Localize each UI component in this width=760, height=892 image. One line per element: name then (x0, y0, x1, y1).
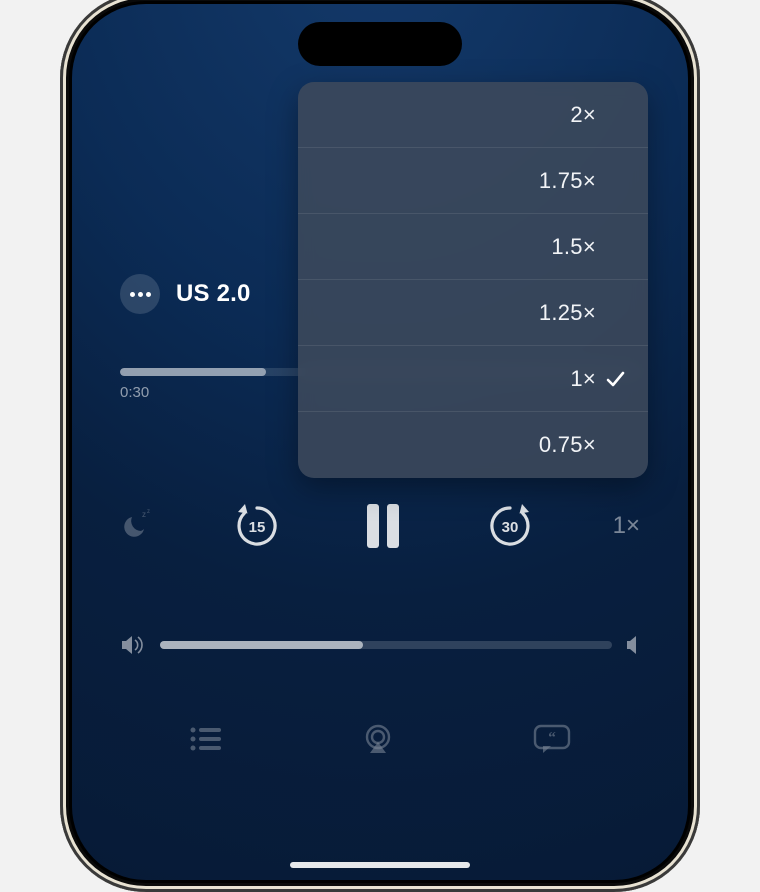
screen: US 2.0 0:30 z z 15 (72, 4, 688, 880)
airplay-button[interactable] (361, 724, 395, 754)
airplay-icon (361, 724, 395, 754)
home-indicator[interactable] (290, 862, 470, 868)
svg-text:“: “ (548, 730, 556, 746)
speed-option[interactable]: 1× (298, 346, 648, 412)
speed-option[interactable]: 2× (298, 82, 648, 148)
checkmark-slot-4 (604, 369, 626, 389)
queue-button[interactable] (189, 726, 223, 752)
svg-text:30: 30 (502, 519, 519, 536)
speed-option-label: 1× (570, 366, 596, 392)
skip-forward-icon: 30 (485, 501, 535, 551)
skip-forward-button[interactable]: 30 (485, 501, 535, 551)
playback-speed-menu: 2× 1.75× 1.5× 1.25× 1× 0.75× (298, 82, 648, 478)
skip-back-button[interactable]: 15 (232, 501, 282, 551)
speed-option-label: 1.75× (539, 168, 596, 194)
svg-text:z: z (147, 509, 150, 515)
speed-option-label: 2× (570, 102, 596, 128)
dynamic-island (298, 22, 462, 66)
pause-button[interactable] (359, 500, 407, 552)
pause-icon (359, 500, 407, 552)
checkmark-icon (605, 369, 625, 389)
more-button[interactable] (120, 274, 160, 314)
volume-row (120, 634, 640, 656)
skip-back-icon: 15 (232, 501, 282, 551)
speed-option[interactable]: 0.75× (298, 412, 648, 478)
speed-option-label: 1.25× (539, 300, 596, 326)
playback-speed-button[interactable]: 1× (613, 512, 640, 540)
sleep-timer-button[interactable]: z z (120, 509, 154, 543)
episode-title: US 2.0 (176, 280, 251, 308)
volume-high-icon (626, 634, 640, 656)
svg-text:z: z (142, 510, 146, 519)
queue-icon (189, 726, 223, 752)
transport-controls: z z 15 (120, 500, 640, 552)
speed-option[interactable]: 1.75× (298, 148, 648, 214)
transcript-icon: “ (533, 724, 571, 754)
volume-low-icon (120, 634, 146, 656)
svg-text:15: 15 (248, 519, 265, 536)
volume-slider[interactable] (160, 641, 612, 649)
speed-option-label: 0.75× (539, 432, 596, 458)
phone-frame: US 2.0 0:30 z z 15 (60, 0, 700, 892)
speed-option[interactable]: 1.25× (298, 280, 648, 346)
progress-fill (120, 368, 266, 376)
volume-fill (160, 641, 363, 649)
speed-option-label: 1.5× (551, 234, 596, 260)
transcript-button[interactable]: “ (533, 724, 571, 754)
bottom-bar: “ (120, 724, 640, 754)
moon-sleep-icon: z z (120, 509, 154, 543)
speed-option[interactable]: 1.5× (298, 214, 648, 280)
